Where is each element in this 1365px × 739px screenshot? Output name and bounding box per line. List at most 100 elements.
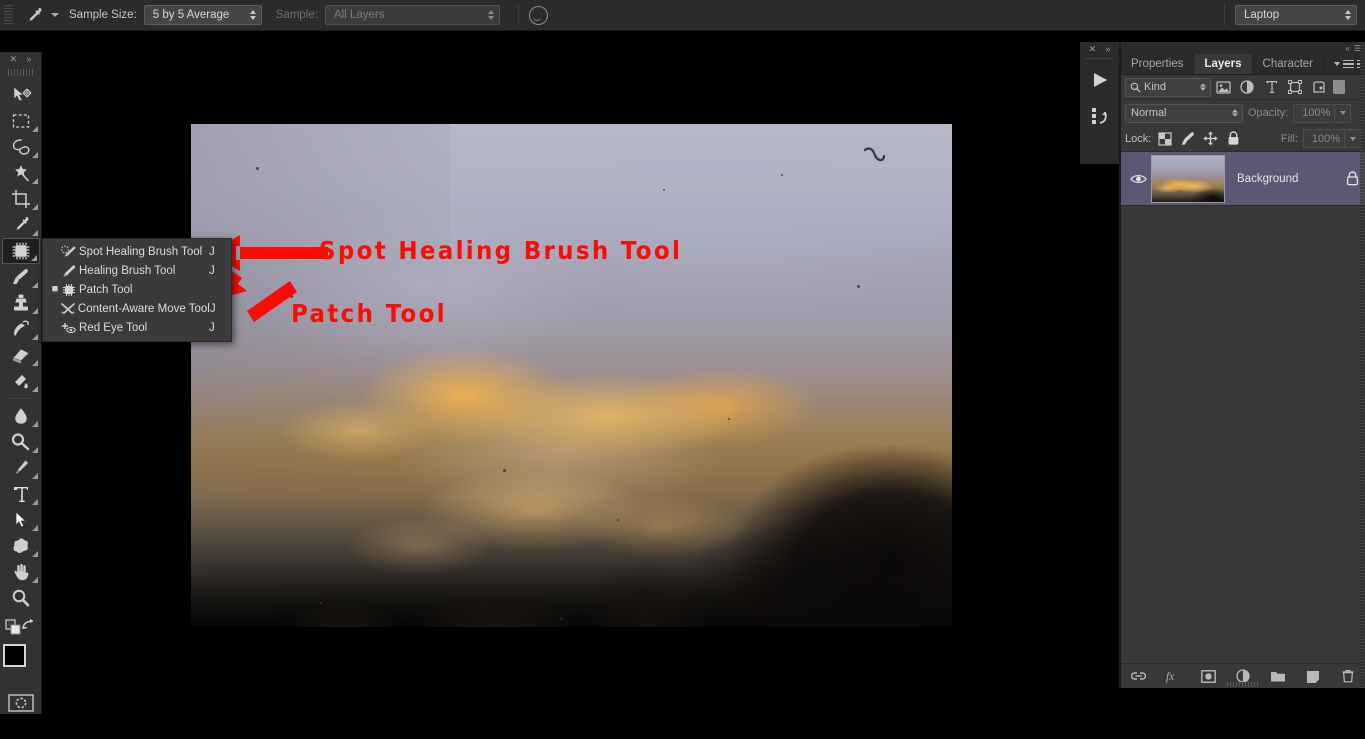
custom-shape-tool[interactable] [2, 533, 40, 559]
opacity-slider-caret-icon[interactable] [1335, 103, 1352, 123]
shape-layer-filter-icon[interactable] [1283, 78, 1307, 97]
tab-properties[interactable]: Properties [1121, 54, 1195, 74]
swap-colors-icon[interactable] [21, 618, 36, 633]
tab-layers[interactable]: Layers [1194, 54, 1253, 74]
tool-preset-caret-icon[interactable] [51, 13, 59, 17]
eraser-tool[interactable] [2, 342, 40, 368]
color-swatches[interactable] [1, 642, 41, 682]
double-chevron-right-icon[interactable]: » [26, 54, 31, 64]
filter-kind-select[interactable]: Kind [1125, 77, 1211, 97]
foreground-color-swatch[interactable] [2, 644, 26, 667]
double-chevron-right-icon[interactable]: » [1105, 44, 1110, 54]
blend-mode-select[interactable]: Normal [1125, 103, 1243, 123]
flyout-indicator-icon [31, 499, 38, 505]
healing-tools-flyout-menu[interactable]: Spot Healing Brush Tool J Healing Brush … [42, 238, 232, 342]
eyedropper-tool[interactable] [2, 212, 40, 238]
delete-layer-button[interactable] [1340, 668, 1357, 685]
filter-toggle-switch[interactable] [1333, 80, 1345, 94]
crop-tool[interactable] [2, 186, 40, 212]
link-layers-button[interactable] [1130, 668, 1147, 685]
pen-tool[interactable] [2, 455, 40, 481]
chevron-down-icon[interactable] [1334, 62, 1340, 66]
new-group-button[interactable] [1270, 668, 1287, 685]
sample-size-select[interactable]: 5 by 5 Average [143, 5, 262, 25]
gradient-tool[interactable] [2, 368, 40, 394]
fill-value[interactable]: 100% [1303, 129, 1345, 148]
rectangular-marquee-tool[interactable] [2, 108, 40, 134]
add-layer-mask-button[interactable] [1200, 668, 1217, 685]
patch-tool-icon [59, 283, 79, 297]
flyout-item-patch-tool[interactable]: ■ Patch Tool [43, 280, 231, 299]
canvas-area[interactable]: Spot Healing Brush Tool Patch Tool [42, 31, 1120, 739]
adjustment-layer-filter-icon[interactable] [1235, 78, 1259, 97]
layer-style-button[interactable]: fx [1165, 668, 1182, 685]
layer-row-background[interactable]: Background [1121, 152, 1365, 206]
new-layer-button[interactable] [1305, 668, 1322, 685]
move-tool[interactable] [2, 82, 40, 108]
flyout-item-label: Red Eye Tool [79, 321, 148, 334]
clone-stamp-tool[interactable] [2, 290, 40, 316]
history-button[interactable] [1082, 99, 1118, 133]
dock-rail-empty-area [1080, 164, 1119, 688]
layer-filter-row: Kind [1121, 75, 1365, 100]
quick-mask-icon [7, 694, 34, 712]
layer-visibility-toggle[interactable] [1125, 173, 1151, 185]
layer-thumbnail[interactable] [1151, 154, 1225, 203]
history-undo-icon [1091, 108, 1107, 124]
dock-scrollbar[interactable] [1360, 42, 1365, 688]
spot-healing-brush-icon [59, 245, 79, 259]
lock-position-button[interactable] [1201, 129, 1220, 148]
flyout-item-spot-healing-brush-tool[interactable]: Spot Healing Brush Tool J [43, 242, 231, 261]
flyout-item-healing-brush-tool[interactable]: Healing Brush Tool J [43, 261, 231, 280]
sample-select[interactable]: All Layers [324, 5, 500, 25]
double-chevron-left-icon[interactable]: « [1345, 44, 1349, 53]
smart-object-filter-icon[interactable] [1307, 78, 1331, 97]
layer-list[interactable]: Background [1121, 152, 1365, 663]
panel-menu-icon[interactable] [1343, 59, 1354, 69]
quick-mask-button[interactable] [2, 690, 40, 716]
history-brush-tool[interactable] [2, 316, 40, 342]
zoom-tool[interactable] [2, 585, 40, 611]
overlay-options-icon[interactable] [528, 5, 548, 25]
lasso-tool[interactable] [2, 134, 40, 160]
patch-tool[interactable] [1, 238, 40, 264]
tab-label: Character [1262, 58, 1314, 70]
lock-image-pixels-button[interactable] [1178, 129, 1197, 148]
flyout-item-shortcut: J [209, 245, 215, 258]
stepper-icon [487, 10, 494, 20]
dodge-tool[interactable] [2, 429, 40, 455]
hand-tool[interactable] [2, 559, 40, 585]
workspace-select[interactable]: Laptop [1235, 5, 1357, 25]
flyout-item-content-aware-move-tool[interactable]: Content-Aware Move Tool J [43, 299, 231, 318]
type-tool[interactable] [2, 481, 40, 507]
pixel-layer-filter-icon[interactable] [1211, 78, 1235, 97]
magic-wand-tool[interactable] [2, 160, 40, 186]
flyout-indicator-icon [31, 282, 38, 288]
workspace-divider [1224, 4, 1225, 26]
brush-tool[interactable] [2, 264, 40, 290]
flyout-indicator-icon [31, 577, 38, 583]
workspace-value: Laptop [1244, 9, 1280, 21]
path-selection-tool[interactable] [2, 507, 40, 533]
close-icon[interactable]: ✕ [1089, 44, 1097, 55]
tab-character[interactable]: Character [1253, 54, 1325, 74]
panel-collapse-bar: « ☰ [1121, 42, 1365, 54]
eyedropper-icon[interactable] [19, 2, 49, 28]
lock-all-button[interactable] [1224, 129, 1243, 148]
panel-resize-grip[interactable] [1227, 682, 1259, 687]
default-colors-icon[interactable] [5, 619, 21, 635]
opacity-value[interactable]: 100% [1293, 103, 1336, 123]
fill-slider-caret-icon[interactable] [1345, 129, 1361, 148]
lock-transparent-pixels-button[interactable] [1155, 129, 1174, 148]
flyout-item-red-eye-tool[interactable]: Red Eye Tool J [43, 318, 231, 337]
tools-panel-grip[interactable] [7, 69, 34, 76]
type-layer-filter-icon[interactable] [1259, 78, 1283, 97]
blur-tool[interactable] [2, 403, 40, 429]
play-actions-button[interactable] [1082, 63, 1118, 97]
flyout-indicator-icon [31, 386, 38, 392]
layer-name[interactable]: Background [1225, 173, 1339, 185]
options-bar-grip[interactable] [4, 5, 13, 25]
document-canvas[interactable] [191, 124, 952, 627]
close-icon[interactable]: ✕ [10, 54, 18, 64]
sample-value: All Layers [333, 9, 385, 21]
